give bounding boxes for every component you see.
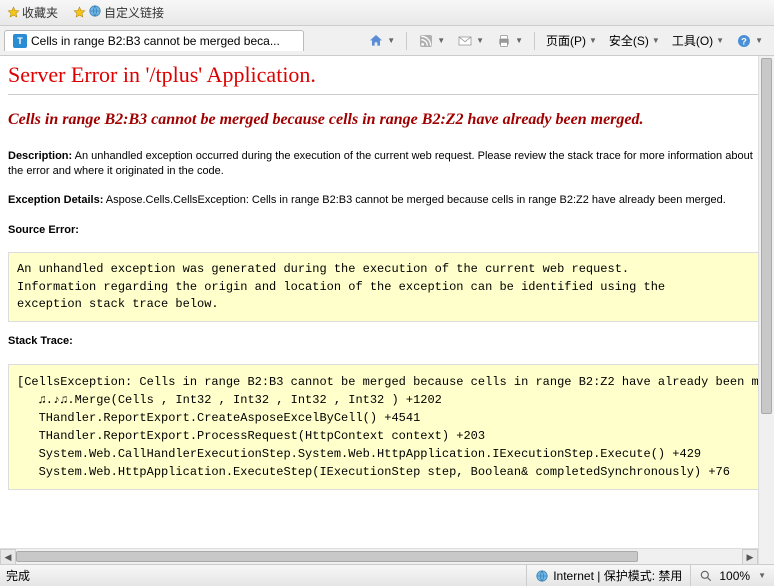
custom-links-label[interactable]: 自定义链接 [104, 4, 164, 21]
favorites-bar: 收藏夹 自定义链接 [0, 0, 774, 26]
tab-title: Cells in range B2:B3 cannot be merged be… [31, 34, 295, 48]
description-label: Description: [8, 150, 72, 162]
mail-button[interactable]: ▼ [454, 31, 487, 51]
scroll-right-button[interactable]: ▶ [742, 549, 758, 565]
safety-menu[interactable]: 安全(S)▼ [606, 30, 663, 51]
error-message: Cells in range B2:B3 cannot be merged be… [8, 109, 766, 131]
scroll-thumb[interactable] [16, 551, 638, 562]
chevron-down-icon: ▼ [437, 36, 445, 45]
page-content: Server Error in '/tplus' Application. Ce… [0, 56, 774, 564]
horizontal-scrollbar[interactable]: ◀ ▶ [0, 548, 758, 564]
chevron-down-icon: ▼ [758, 571, 766, 580]
status-zone: Internet | 保护模式: 禁用 [526, 565, 690, 586]
ie-command-bar: ▼ ▼ ▼ ▼ 页面(P)▼ 安全(S)▼ 工具(O)▼ ? ▼ [365, 30, 770, 51]
error-heading: Server Error in '/tplus' Application. [8, 62, 766, 88]
stack-trace-box: [CellsException: Cells in range B2:B3 ca… [8, 364, 766, 490]
separator [406, 32, 407, 50]
description-block: Description: An unhandled exception occu… [8, 149, 766, 180]
feeds-button[interactable]: ▼ [415, 31, 448, 51]
favorites-star-icon[interactable] [6, 6, 20, 20]
browser-tab[interactable]: T Cells in range B2:B3 cannot be merged … [4, 30, 304, 51]
chevron-down-icon: ▼ [476, 36, 484, 45]
scroll-thumb[interactable] [761, 58, 772, 414]
status-bar: 完成 Internet | 保护模式: 禁用 100% ▼ [0, 564, 774, 586]
description-text: An unhandled exception occurred during t… [8, 150, 753, 177]
separator [534, 32, 535, 50]
help-button[interactable]: ? ▼ [733, 31, 766, 51]
status-done: 完成 [0, 567, 150, 584]
stack-trace-label: Stack Trace: [8, 334, 766, 349]
exception-text: Aspose.Cells.CellsException: Cells in ra… [103, 194, 725, 206]
add-favorite-icon[interactable] [72, 6, 86, 20]
svg-text:?: ? [741, 36, 747, 46]
zoom-icon [699, 569, 713, 583]
chevron-down-icon: ▼ [589, 36, 597, 45]
chevron-down-icon: ▼ [387, 36, 395, 45]
chevron-down-icon: ▼ [716, 36, 724, 45]
page-menu[interactable]: 页面(P)▼ [543, 30, 600, 51]
favorites-label: 收藏夹 [22, 4, 58, 21]
tab-favicon-icon: T [13, 34, 27, 48]
tools-menu[interactable]: 工具(O)▼ [669, 30, 727, 51]
home-button[interactable]: ▼ [365, 31, 398, 51]
divider [8, 94, 766, 95]
chevron-down-icon: ▼ [652, 36, 660, 45]
exception-block: Exception Details: Aspose.Cells.CellsExc… [8, 193, 766, 208]
globe-icon[interactable] [88, 4, 102, 21]
internet-zone-icon [535, 569, 549, 583]
scroll-left-button[interactable]: ◀ [0, 549, 16, 565]
source-error-box: An unhandled exception was generated dur… [8, 252, 766, 322]
chevron-down-icon: ▼ [755, 36, 763, 45]
source-error-label: Source Error: [8, 223, 766, 238]
status-zoom[interactable]: 100% ▼ [690, 565, 774, 586]
print-button[interactable]: ▼ [493, 31, 526, 51]
exception-label: Exception Details: [8, 194, 103, 206]
tab-toolbar: T Cells in range B2:B3 cannot be merged … [0, 26, 774, 56]
chevron-down-icon: ▼ [515, 36, 523, 45]
vertical-scrollbar[interactable] [758, 56, 774, 564]
